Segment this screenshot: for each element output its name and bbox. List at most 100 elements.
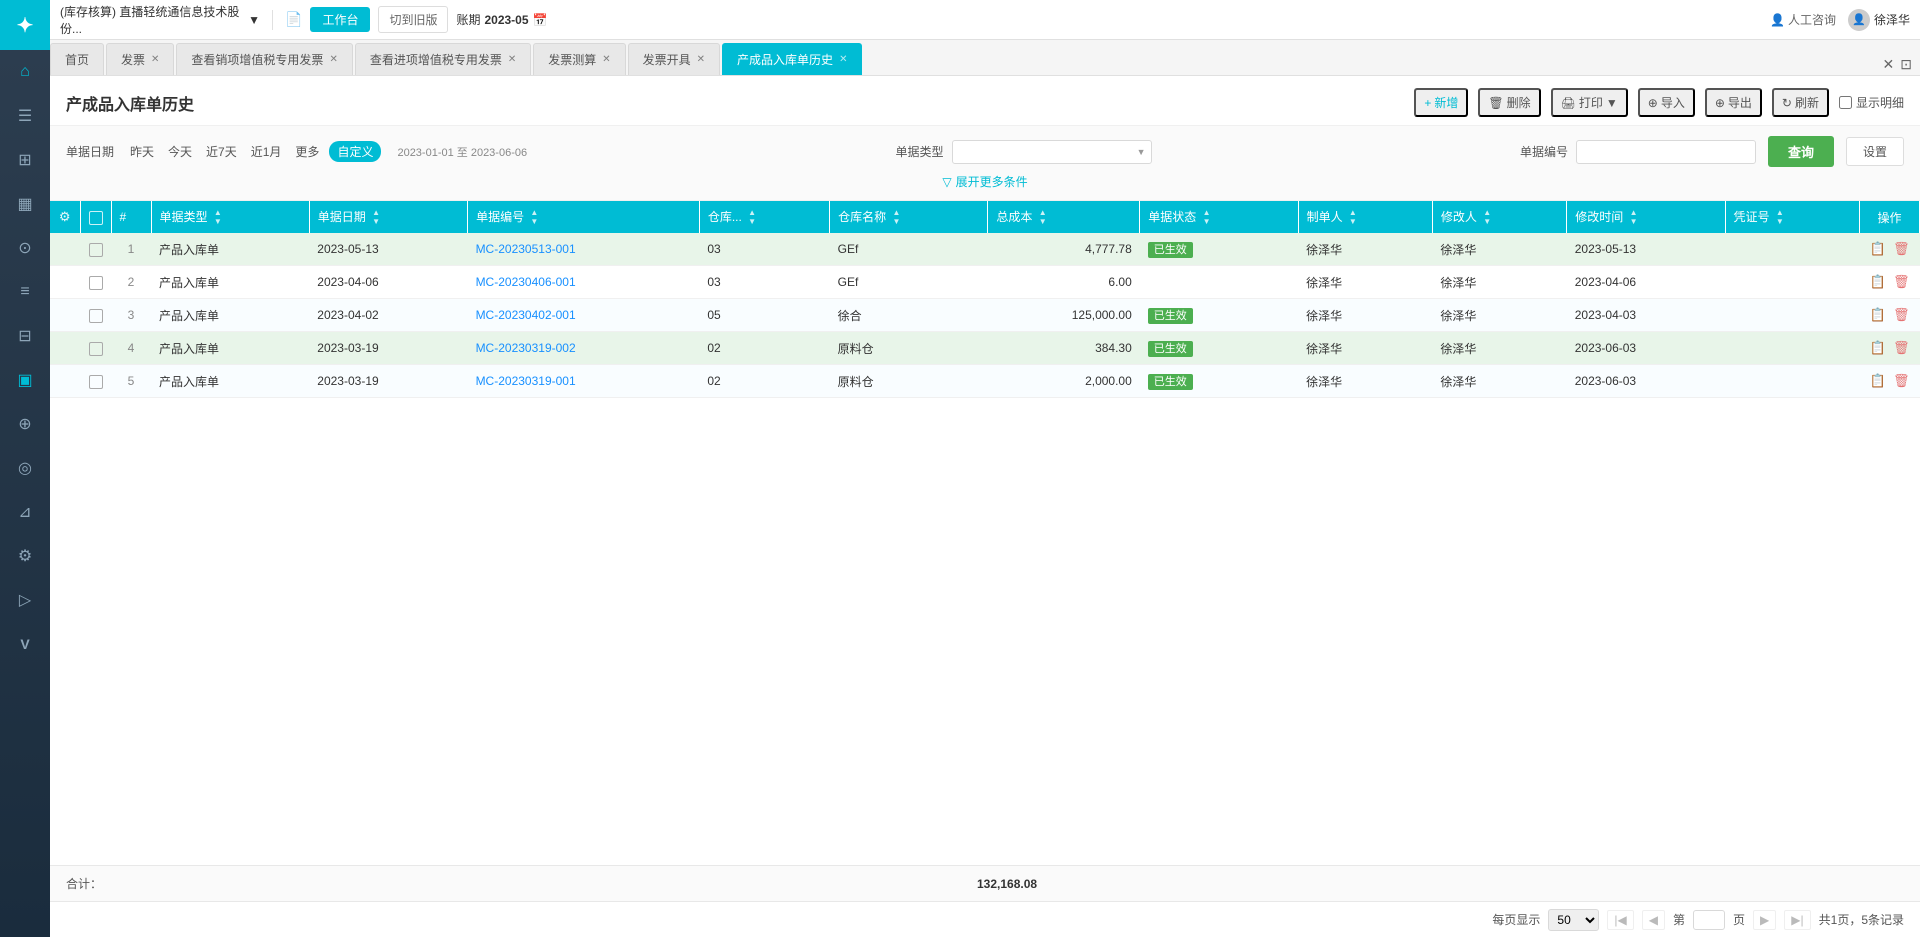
tab-check-purchase-vat-close[interactable]: ✕ xyxy=(508,54,516,65)
col-creator-header[interactable]: 制单人 ▲▼ xyxy=(1298,201,1432,233)
tab-check-purchase-vat[interactable]: 查看进项增值税专用发票 ✕ xyxy=(355,43,531,75)
delete-button[interactable]: 🗑 删除 xyxy=(1478,88,1540,117)
tab-invoice-calc[interactable]: 发票测算 ✕ xyxy=(533,43,625,75)
tab-expand-icon[interactable]: ⊡ xyxy=(1900,56,1912,73)
tab-product-receipt[interactable]: 产成品入库单历史 ✕ xyxy=(722,43,862,75)
number-link-0[interactable]: MC-20230513-001 xyxy=(476,242,576,256)
user-menu[interactable]: 👤 徐泽华 xyxy=(1848,9,1910,31)
tab-invoice-issue[interactable]: 发票开具 ✕ xyxy=(628,43,720,75)
delete-row-button-2[interactable]: 🗑 xyxy=(1891,305,1912,325)
date-shortcut-yesterday[interactable]: 昨天 xyxy=(126,141,158,162)
number-link-3[interactable]: MC-20230319-002 xyxy=(476,341,576,355)
delete-row-button-0[interactable]: 🗑 xyxy=(1891,239,1912,259)
col-settings-header[interactable]: ⚙ xyxy=(50,201,80,233)
col-date-header[interactable]: 单据日期 ▲▼ xyxy=(309,201,467,233)
first-page-button[interactable]: |◀ xyxy=(1607,910,1633,930)
date-shortcut-custom[interactable]: 自定义 xyxy=(329,141,381,162)
row-checkbox-0[interactable] xyxy=(89,243,103,257)
tab-invoice-calc-close[interactable]: ✕ xyxy=(602,54,610,65)
col-voucher-header[interactable]: 凭证号 ▲▼ xyxy=(1725,201,1859,233)
row-checkbox-3[interactable] xyxy=(89,342,103,356)
date-shortcut-7days[interactable]: 近7天 xyxy=(202,141,241,162)
tab-invoice-issue-close[interactable]: ✕ xyxy=(697,54,705,65)
edit-button-2[interactable]: 📋 xyxy=(1867,305,1887,325)
sidebar-item-inventory[interactable]: ▣ xyxy=(5,360,45,400)
next-page-button[interactable]: ▶ xyxy=(1753,910,1776,930)
company-selector[interactable]: (库存核算) 直播轻统通信息技术股份... ▼ xyxy=(60,3,260,37)
tab-invoice[interactable]: 发票 ✕ xyxy=(106,43,174,75)
sidebar-item-play[interactable]: ▷ xyxy=(5,580,45,620)
refresh-button[interactable]: ↻ 刷新 xyxy=(1772,88,1829,117)
edit-button-0[interactable]: 📋 xyxy=(1867,239,1887,259)
col-status-header[interactable]: 单据状态 ▲▼ xyxy=(1140,201,1298,233)
calendar-icon[interactable]: 📅 xyxy=(533,13,548,27)
edit-button-1[interactable]: 📋 xyxy=(1867,272,1887,292)
cell-number-2[interactable]: MC-20230402-001 xyxy=(468,299,700,332)
page-input[interactable]: 1 xyxy=(1693,910,1725,930)
import-button[interactable]: ⊕ 导入 xyxy=(1638,88,1695,117)
sidebar-item-download[interactable]: ⊿ xyxy=(5,492,45,532)
sidebar-item-person[interactable]: ⊕ xyxy=(5,404,45,444)
row-checkbox-2[interactable] xyxy=(89,309,103,323)
sidebar-item-chart[interactable]: ⊞ xyxy=(5,140,45,180)
tab-home[interactable]: 首页 xyxy=(50,43,104,75)
col-modifier-header[interactable]: 修改人 ▲▼ xyxy=(1432,201,1566,233)
last-page-button[interactable]: ▶| xyxy=(1784,910,1810,930)
sidebar-item-calendar[interactable]: ⊟ xyxy=(5,316,45,356)
cell-number-3[interactable]: MC-20230319-002 xyxy=(468,332,700,365)
switch-version-button[interactable]: 切到旧版 xyxy=(378,6,448,33)
sidebar-item-receipt[interactable]: ≡ xyxy=(5,272,45,312)
col-total-cost-header[interactable]: 总成本 ▲▼ xyxy=(988,201,1140,233)
cell-number-0[interactable]: MC-20230513-001 xyxy=(468,233,700,266)
query-button[interactable]: 查询 xyxy=(1768,136,1834,167)
number-filter-input[interactable] xyxy=(1576,140,1756,164)
expand-more[interactable]: ▽ 展开更多条件 xyxy=(66,173,1904,190)
show-detail-checkbox[interactable] xyxy=(1839,96,1852,109)
col-checkbox-header[interactable] xyxy=(80,201,111,233)
cell-number-4[interactable]: MC-20230319-001 xyxy=(468,365,700,398)
help-button[interactable]: 👤 人工咨询 xyxy=(1770,11,1836,28)
settings-gear-icon[interactable]: ⚙ xyxy=(59,209,71,224)
date-shortcut-more[interactable]: 更多 xyxy=(291,141,323,162)
sidebar-item-gear[interactable]: ⚙ xyxy=(5,536,45,576)
row-checkbox-1[interactable] xyxy=(89,276,103,290)
number-link-2[interactable]: MC-20230402-001 xyxy=(476,308,576,322)
cell-number-1[interactable]: MC-20230406-001 xyxy=(468,266,700,299)
settings-button[interactable]: 设置 xyxy=(1846,137,1904,166)
col-type-header[interactable]: 单据类型 ▲▼ xyxy=(151,201,309,233)
edit-button-4[interactable]: 📋 xyxy=(1867,371,1887,391)
workbench-button[interactable]: 工作台 xyxy=(310,7,370,32)
col-modify-time-header[interactable]: 修改时间 ▲▼ xyxy=(1567,201,1725,233)
number-link-1[interactable]: MC-20230406-001 xyxy=(476,275,576,289)
row-checkbox-4[interactable] xyxy=(89,375,103,389)
delete-row-button-1[interactable]: 🗑 xyxy=(1891,272,1912,292)
tab-check-sale-vat[interactable]: 查看销项增值税专用发票 ✕ xyxy=(176,43,352,75)
edit-button-3[interactable]: 📋 xyxy=(1867,338,1887,358)
tab-check-sale-vat-close[interactable]: ✕ xyxy=(329,54,337,65)
cell-checkbox-2[interactable] xyxy=(80,299,111,332)
sidebar-item-document[interactable]: ☰ xyxy=(5,96,45,136)
tab-product-receipt-close[interactable]: ✕ xyxy=(839,54,847,65)
cell-checkbox-3[interactable] xyxy=(80,332,111,365)
delete-row-button-4[interactable]: 🗑 xyxy=(1891,371,1912,391)
prev-page-button[interactable]: ◀ xyxy=(1642,910,1665,930)
type-select[interactable] xyxy=(952,140,1152,164)
cell-checkbox-1[interactable] xyxy=(80,266,111,299)
date-shortcut-1month[interactable]: 近1月 xyxy=(247,141,286,162)
sidebar-item-analytics[interactable]: ▦ xyxy=(5,184,45,224)
delete-row-button-3[interactable]: 🗑 xyxy=(1891,338,1912,358)
tab-invoice-close[interactable]: ✕ xyxy=(151,54,159,65)
sidebar-item-lock[interactable]: ⊙ xyxy=(5,228,45,268)
sidebar-item-version[interactable]: V xyxy=(5,624,45,664)
col-warehouse-code-header[interactable]: 仓库... ▲▼ xyxy=(699,201,829,233)
sidebar-item-home[interactable]: ⌂ xyxy=(5,52,45,92)
print-button[interactable]: 🖨 打印 ▼ xyxy=(1551,88,1628,117)
col-warehouse-name-header[interactable]: 仓库名称 ▲▼ xyxy=(830,201,988,233)
export-button[interactable]: ⊕ 导出 xyxy=(1705,88,1762,117)
col-number-header[interactable]: 单据编号 ▲▼ xyxy=(468,201,700,233)
cell-checkbox-4[interactable] xyxy=(80,365,111,398)
select-all-checkbox[interactable] xyxy=(89,211,103,225)
tab-close-all-icon[interactable]: ✕ xyxy=(1883,56,1895,73)
date-shortcut-today[interactable]: 今天 xyxy=(164,141,196,162)
new-button[interactable]: + 新增 xyxy=(1414,88,1468,117)
